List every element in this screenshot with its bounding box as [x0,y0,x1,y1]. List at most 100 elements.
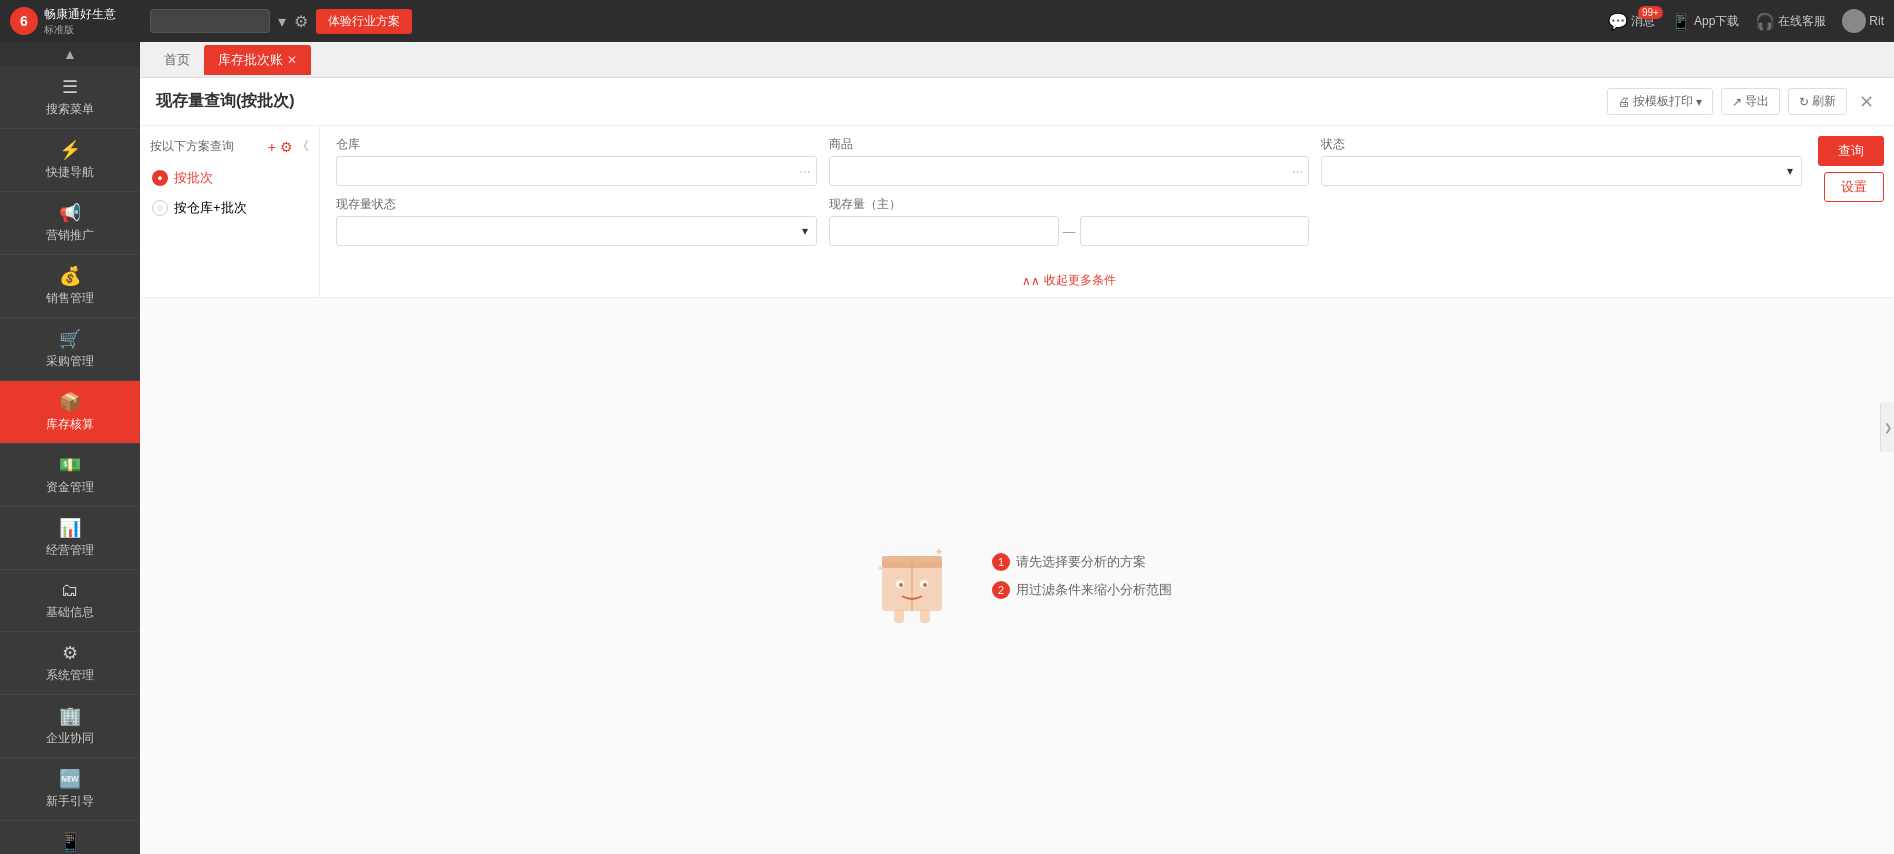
tab-inventory-batch[interactable]: 库存批次账 ✕ [204,45,311,75]
sidebar-item-basic-info[interactable]: 🗂 基础信息 [0,570,140,632]
content-area: 首页 库存批次账 ✕ 现存量查询(按批次) 🖨 按模板打印 ▾ ↗ 导出 [140,42,1894,854]
sidebar-item-quick-nav[interactable]: ⚡ 快捷导航 [0,129,140,192]
tab-close-icon[interactable]: ✕ [287,53,297,67]
collapse-up-icon: ∧∧ [1022,274,1040,288]
tab-inventory-batch-label: 库存批次账 [218,51,283,69]
query-actions: 查询 设置 [1818,126,1894,297]
app-download-label: App下载 [1694,13,1739,30]
filter-label-product: 商品 [829,136,1310,153]
warehouse-more-icon[interactable]: ··· [799,163,811,179]
scheme-add-icon[interactable]: + [268,139,276,155]
refresh-icon: ↻ [1799,95,1809,109]
scheme-gear-icon[interactable]: ⚙ [280,139,293,155]
filter-select-status[interactable]: ▾ [1321,156,1802,186]
message-item[interactable]: 💬 消息 99+ [1608,12,1655,31]
svg-point-5 [899,583,903,587]
sidebar-label-operations: 经营管理 [46,542,94,559]
user-item[interactable]: Rit [1842,9,1884,33]
filter-field-warehouse: 仓库 ··· [336,136,817,186]
logo-area: 6 畅康通好生意 标准版 [10,6,150,37]
gear-sidebar-icon: ⚙ [62,642,78,664]
tip-2-text: 用过滤条件来缩小分析范围 [1016,581,1172,599]
scheme-item-by-batch[interactable]: ● 按批次 [140,163,319,193]
top-header: 6 畅康通好生意 标准版 ▾ ⚙ 体验行业方案 💬 消息 99+ 📱 App下载… [0,0,1894,42]
logo-text: 畅康通好生意 标准版 [44,6,116,37]
export-icon: ↗ [1732,95,1742,109]
stock-status-chevron-icon: ▾ [802,224,808,238]
message-badge: 99+ [1638,6,1663,19]
sidebar-label-system: 系统管理 [46,667,94,684]
new-icon: 🆕 [59,768,81,790]
settings-btn[interactable]: 设置 [1824,172,1884,202]
header-gear-icon[interactable]: ⚙ [294,12,308,31]
filter-field-status: 状态 ▾ [1321,136,1802,186]
empty-tips: 1 请先选择要分析的方案 2 用过滤条件来缩小分析范围 [992,553,1172,599]
filter-range-input-max[interactable] [1080,216,1310,246]
scheme-item-by-warehouse-batch[interactable]: ○ 按仓库+批次 [140,193,319,223]
tab-bar: 首页 库存批次账 ✕ [140,42,1894,78]
filter-range-stock-qty: — [829,216,1310,246]
sidebar-label-inventory: 库存核算 [46,416,94,433]
sidebar-item-app-center[interactable]: 📱 应用中心 [0,821,140,854]
online-service-item[interactable]: 🎧 在线客服 [1755,12,1826,31]
sidebar-item-operations[interactable]: 📊 经营管理 [0,507,140,570]
sidebar-label-new-guide: 新手引导 [46,793,94,810]
svg-text:✦: ✦ [877,564,884,573]
filter-field-stock-qty: 现存量（主） — [829,196,1310,246]
sidebar-item-marketing[interactable]: 📢 营销推广 [0,192,140,255]
filter-label-status: 状态 [1321,136,1802,153]
scheme-collapse-icon[interactable]: 《 [297,138,309,155]
finance-icon: 💵 [59,454,81,476]
sidebar-item-purchase[interactable]: 🛒 采购管理 [0,318,140,381]
filter-row-1: 仓库 ··· 商品 ··· [336,136,1802,186]
scheme-dot-inactive: ○ [152,200,168,216]
filter-field-product: 商品 ··· [829,136,1310,186]
sidebar-item-system[interactable]: ⚙ 系统管理 [0,632,140,695]
box-icon: 📦 [59,391,81,413]
experience-btn[interactable]: 体验行业方案 [316,9,412,34]
sidebar-item-new-guide[interactable]: 🆕 新手引导 [0,758,140,821]
filter-input-product-wrap: ··· [829,156,1310,186]
tab-home[interactable]: 首页 [150,45,204,75]
filter-input-warehouse[interactable] [336,156,817,186]
avatar [1842,9,1866,33]
query-btn[interactable]: 查询 [1818,136,1884,166]
print-btn[interactable]: 🖨 按模板打印 ▾ [1607,88,1713,115]
export-btn[interactable]: ↗ 导出 [1721,88,1780,115]
sidebar-item-finance[interactable]: 💵 资金管理 [0,444,140,507]
refresh-btn[interactable]: ↻ 刷新 [1788,88,1847,115]
message-icon: 💬 [1608,12,1628,31]
sidebar-scroll-up[interactable]: ▲ [0,42,140,66]
folder-icon: 🗂 [61,580,79,601]
header-chevron-icon[interactable]: ▾ [278,12,286,31]
sidebar-item-inventory[interactable]: 📦 库存核算 [0,381,140,444]
search-icon: ☰ [62,76,78,98]
filter-input-warehouse-wrap: ··· [336,156,817,186]
filter-select-stock-status[interactable]: ▾ [336,216,817,246]
product-more-icon[interactable]: ··· [1292,163,1304,179]
tip-1-num: 1 [992,553,1010,571]
sidebar-label-marketing: 营销推广 [46,227,94,244]
print-chevron-icon: ▾ [1696,95,1702,109]
collapse-more-btn[interactable]: ∧∧ 收起更多条件 [320,266,1818,297]
filter-input-product[interactable] [829,156,1310,186]
page-close-btn[interactable]: ✕ [1855,91,1878,113]
scheme-item-warehouse-batch-label: 按仓库+批次 [174,199,247,217]
filter-range-input-min[interactable] [829,216,1059,246]
sidebar-item-sales[interactable]: 💰 销售管理 [0,255,140,318]
filter-section: 按以下方案查询 + ⚙ 《 ● 按批次 ○ 按仓库+批次 [140,126,1894,298]
sidebar-label-finance: 资金管理 [46,479,94,496]
sidebar-item-enterprise[interactable]: 🏢 企业协同 [0,695,140,758]
scheme-header-actions: + ⚙ 《 [268,138,309,155]
header-center: ▾ ⚙ 体验行业方案 [150,9,1608,34]
sidebar-item-search[interactable]: ☰ 搜索菜单 [0,66,140,129]
right-panel-collapse[interactable]: ❯ [1880,402,1894,452]
filter-label-warehouse: 仓库 [336,136,817,153]
app-download-item[interactable]: 📱 App下载 [1671,12,1739,31]
header-search-input[interactable] [150,9,270,33]
header-right: 💬 消息 99+ 📱 App下载 🎧 在线客服 Rit [1608,9,1884,33]
sidebar: ▲ ☰ 搜索菜单 ⚡ 快捷导航 📢 营销推广 💰 销售管理 🛒 采购管理 📦 库… [0,42,140,854]
filter-field-stock-status: 现存量状态 ▾ [336,196,817,246]
building-icon: 🏢 [59,705,81,727]
user-name: Rit [1869,14,1884,28]
